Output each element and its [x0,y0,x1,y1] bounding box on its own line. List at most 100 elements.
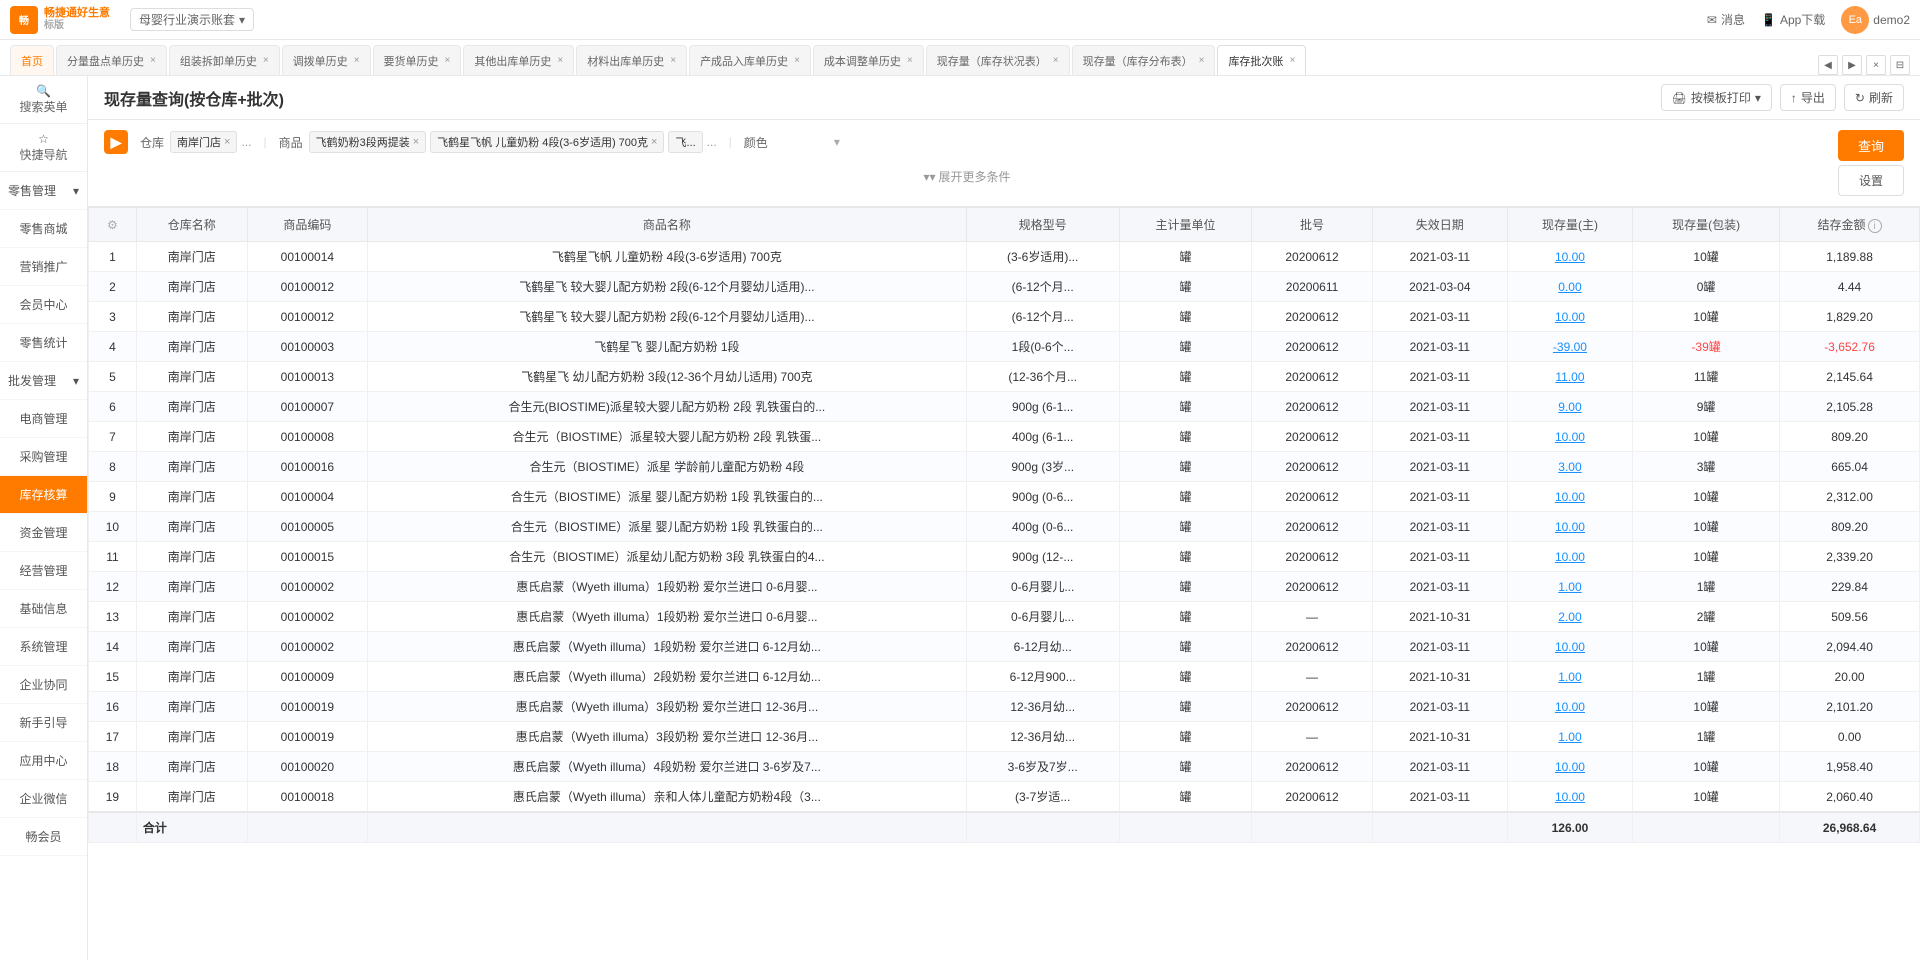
tab-2[interactable]: 组装拆卸单历史 × [169,45,280,75]
product-tag-2[interactable]: 飞鹤星飞帆 儿童奶粉 4段(3-6岁适用) 700克 × [430,131,664,153]
sidebar-item-basic[interactable]: 基础信息 [0,590,87,628]
product-tag-2-close[interactable]: × [651,136,657,148]
message-btn[interactable]: ✉ 消息 [1707,11,1745,28]
sidebar-item-finance[interactable]: 资金管理 [0,514,87,552]
table-row: 17南岸门店00100019惠氏启蒙（Wyeth illuma）3段奶粉 爱尔兰… [89,722,1920,752]
tab-6[interactable]: 材料出库单历史 × [576,45,687,75]
table-cell[interactable]: 10.00 [1507,302,1632,332]
export-button[interactable]: ↑ 导出 [1780,84,1836,111]
table-cell[interactable]: 10.00 [1507,632,1632,662]
sidebar-item-purchase[interactable]: 采购管理 [0,438,87,476]
sidebar-item-retail-mgmt[interactable]: 零售管理 ▾ [0,172,87,210]
sidebar-item-ecommerce[interactable]: 电商管理 [0,400,87,438]
tab-9[interactable]: 现存量（库存状况表） × [926,45,1070,75]
table-cell: 南岸门店 [136,602,247,632]
table-cell[interactable]: 9.00 [1507,392,1632,422]
sidebar-item-retail-stats[interactable]: 零售统计 [0,324,87,362]
warehouse-tag-1-close[interactable]: × [224,136,230,148]
tab-10[interactable]: 现存量（库存分布表） × [1072,45,1216,75]
table-cell[interactable]: 1.00 [1507,662,1632,692]
sidebar-item-member[interactable]: 会员中心 [0,286,87,324]
sidebar-item-vip[interactable]: 畅会员 [0,818,87,856]
sidebar-item-wholesale[interactable]: 批发管理 ▾ [0,362,87,400]
sidebar-item-enterprise[interactable]: 企业协同 [0,666,87,704]
tab-8[interactable]: 成本调整单历史 × [813,45,924,75]
table-cell: 509.56 [1780,602,1920,632]
query-button[interactable]: 查询 [1838,130,1904,161]
sidebar-item-apps[interactable]: 应用中心 [0,742,87,780]
table-cell[interactable]: -39.00 [1507,332,1632,362]
sidebar-item-operation[interactable]: 经营管理 [0,552,87,590]
table-row: 13南岸门店00100002惠氏启蒙（Wyeth illuma）1段奶粉 爱尔兰… [89,602,1920,632]
tab-menu[interactable]: ⊟ [1890,55,1910,75]
tab-10-close[interactable]: × [1199,55,1205,66]
table-cell[interactable]: 10.00 [1507,752,1632,782]
tab-11[interactable]: 库存批次账 × [1217,45,1306,75]
amount-info-icon[interactable]: i [1868,219,1882,233]
product-tag-1[interactable]: 飞鹤奶粉3段两提装 × [309,131,427,153]
tab-2-close[interactable]: × [263,55,269,66]
refresh-button[interactable]: ↻ 刷新 [1844,84,1904,111]
tab-4[interactable]: 要货单历史 × [373,45,462,75]
tab-7-close[interactable]: × [794,55,800,66]
tab-3[interactable]: 调拨单历史 × [282,45,371,75]
tab-3-close[interactable]: × [354,55,360,66]
tab-4-close[interactable]: × [445,55,451,66]
tab-1[interactable]: 分量盘点单历史 × [56,45,167,75]
footer-empty-5 [1119,812,1252,843]
table-cell: 5 [89,362,137,392]
tab-home[interactable]: 首页 [10,45,54,75]
table-cell[interactable]: 10.00 [1507,542,1632,572]
settings-button[interactable]: 设置 [1838,165,1904,196]
table-cell[interactable]: 10.00 [1507,782,1632,813]
sidebar-item-marketing[interactable]: 营销推广 [0,248,87,286]
table-cell: 10罐 [1633,752,1780,782]
sidebar-item-system[interactable]: 系统管理 [0,628,87,666]
table-cell[interactable]: 3.00 [1507,452,1632,482]
table-cell[interactable]: 10.00 [1507,422,1632,452]
tab-1-close[interactable]: × [150,55,156,66]
sidebar: 🔍 搜索英单 ☆ 快捷导航 零售管理 ▾ 零售商城 营销推广 会员中心 零售统计… [0,76,88,960]
tab-5-close[interactable]: × [557,55,563,66]
sidebar-item-retail-shop[interactable]: 零售商城 [0,210,87,248]
table-cell: 20200612 [1252,752,1373,782]
warehouse-tag-1[interactable]: 南岸门店 × [170,131,237,153]
tab-9-close[interactable]: × [1053,55,1059,66]
tab-prev[interactable]: ◀ [1818,55,1838,75]
table-row: 19南岸门店00100018惠氏启蒙（Wyeth illuma）亲和人体儿童配方… [89,782,1920,813]
table-cell[interactable]: 11.00 [1507,362,1632,392]
table-cell[interactable]: 2.00 [1507,602,1632,632]
sidebar-item-wechat[interactable]: 企业微信 [0,780,87,818]
print-button[interactable]: 🖨 按模板打印 ▾ [1661,84,1772,111]
sidebar-quick-nav[interactable]: ☆ 快捷导航 [0,124,87,172]
table-cell[interactable]: 10.00 [1507,692,1632,722]
table-cell[interactable]: 10.00 [1507,242,1632,272]
app-download-btn[interactable]: 📱 App下载 [1761,11,1825,28]
col-settings[interactable]: ⚙ [89,208,137,242]
tab-7[interactable]: 产成品入库单历史 × [689,45,811,75]
product-tag-1-close[interactable]: × [413,136,419,148]
tab-8-close[interactable]: × [907,55,913,66]
sidebar-item-guide[interactable]: 新手引导 [0,704,87,742]
expand-more-btn[interactable]: ▾▾ 展开更多条件 [923,162,1010,185]
sidebar-item-inventory[interactable]: 库存核算 [0,476,87,514]
tab-5[interactable]: 其他出库单历史 × [463,45,574,75]
table-cell[interactable]: 10.00 [1507,482,1632,512]
product-more[interactable]: ... [707,135,717,149]
filter-expand-btn[interactable]: ▶ [104,130,128,154]
col-expire: 失效日期 [1372,208,1507,242]
user-area[interactable]: Ea demo2 [1841,6,1910,34]
tab-11-close[interactable]: × [1289,55,1295,66]
color-dropdown-arrow[interactable]: ▾ [834,135,840,149]
table-cell[interactable]: 1.00 [1507,722,1632,752]
tab-next[interactable]: ▶ [1842,55,1862,75]
table-cell[interactable]: 1.00 [1507,572,1632,602]
warehouse-more[interactable]: ... [241,135,251,149]
product-tag-3[interactable]: 飞... [668,131,702,153]
table-cell[interactable]: 0.00 [1507,272,1632,302]
tab-close-all[interactable]: × [1866,55,1886,75]
industry-selector[interactable]: 母婴行业演示账套 ▾ [130,8,254,31]
table-cell[interactable]: 10.00 [1507,512,1632,542]
sidebar-search[interactable]: 🔍 搜索英单 [0,76,87,124]
tab-6-close[interactable]: × [670,55,676,66]
